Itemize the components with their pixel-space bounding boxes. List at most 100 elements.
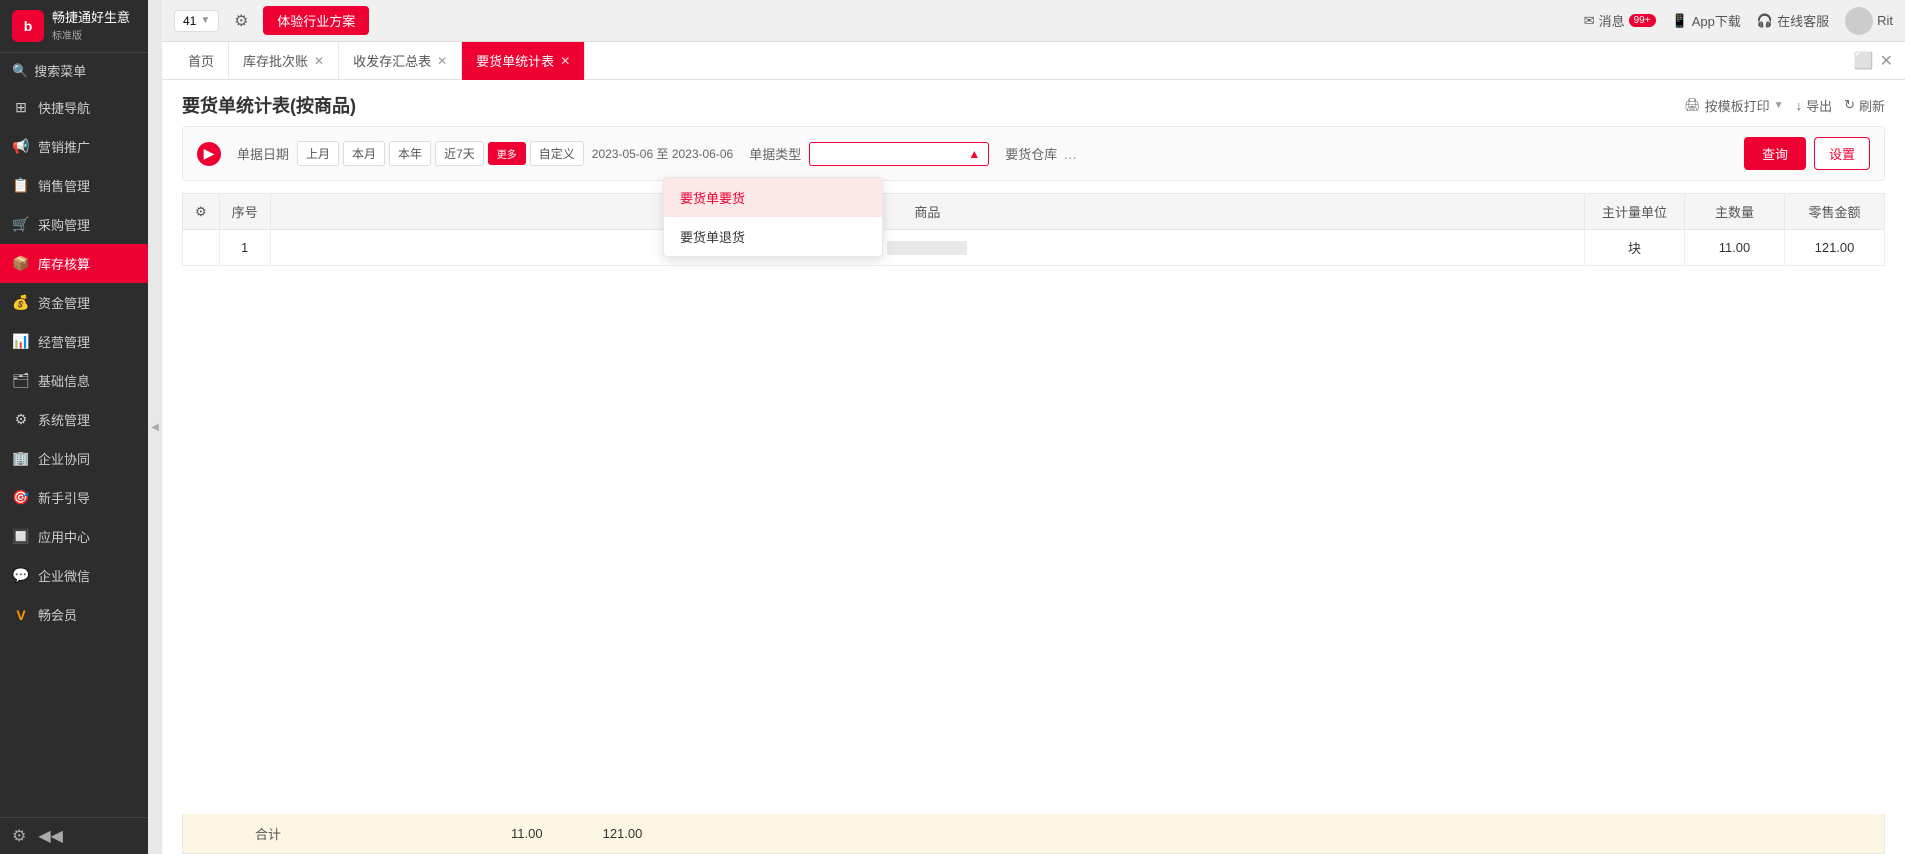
sidebar-label-enterprise: 企业协同 bbox=[38, 449, 90, 468]
app-version: 标准版 bbox=[52, 27, 130, 42]
sidebar-item-guide[interactable]: 🎯 新手引导 bbox=[0, 478, 148, 517]
tab-home[interactable]: 首页 bbox=[174, 42, 229, 80]
sidebar-label-system: 系统管理 bbox=[38, 410, 90, 429]
store-selector[interactable]: 41 ▼ bbox=[174, 10, 219, 32]
cell-product bbox=[270, 230, 1584, 266]
tab-shipment-label: 收发存汇总表 bbox=[353, 51, 431, 70]
settings-icon[interactable]: ⚙ bbox=[12, 826, 26, 846]
logo-text-block: 畅捷通好生意 标准版 bbox=[52, 10, 130, 42]
headset-icon: 🎧 bbox=[1757, 13, 1773, 29]
col-header-unit: 主计量单位 bbox=[1585, 194, 1685, 230]
sidebar-item-operations[interactable]: 📊 经营管理 bbox=[0, 322, 148, 361]
sidebar-collapse-strip[interactable]: ◀ bbox=[148, 0, 162, 854]
sidebar-label-apps: 应用中心 bbox=[38, 527, 90, 546]
sidebar-label-purchase: 采购管理 bbox=[38, 215, 90, 234]
date-btn-7days[interactable]: 近7天 bbox=[435, 141, 484, 166]
refresh-button[interactable]: ↻ 刷新 bbox=[1844, 96, 1885, 115]
sidebar-item-basic[interactable]: 🗂 基础信息 bbox=[0, 361, 148, 400]
tab-inventory-batch[interactable]: 库存批次账 ✕ bbox=[229, 42, 339, 80]
page-title: 要货单统计表(按商品) bbox=[182, 92, 356, 118]
date-btn-custom[interactable]: 自定义 bbox=[530, 141, 584, 166]
sidebar-icon-member: V bbox=[12, 606, 30, 624]
date-btn-this-month[interactable]: 本月 bbox=[343, 141, 385, 166]
type-filter-label: 单据类型 bbox=[749, 144, 801, 163]
tab-order-stat-close[interactable]: ✕ bbox=[560, 55, 570, 67]
sidebar-icon-wechat: 💬 bbox=[12, 567, 30, 585]
sidebar-item-inventory[interactable]: 📦 库存核算 bbox=[0, 244, 148, 283]
query-button[interactable]: 查询 bbox=[1744, 137, 1806, 170]
dropdown-item-return[interactable]: 要货单退货 bbox=[664, 217, 882, 256]
type-select[interactable]: ▲ bbox=[809, 142, 989, 166]
industry-button[interactable]: 体验行业方案 bbox=[263, 6, 369, 35]
app-name: 畅捷通好生意 bbox=[52, 10, 130, 27]
tab-shipment-close[interactable]: ✕ bbox=[437, 55, 447, 67]
date-btn-this-year[interactable]: 本年 bbox=[389, 141, 431, 166]
sidebar-label-member: 畅会员 bbox=[38, 605, 77, 624]
export-button[interactable]: ↓ 导出 bbox=[1796, 96, 1833, 115]
warehouse-more-dots[interactable]: … bbox=[1063, 146, 1077, 162]
collapse-icon[interactable]: ◀◀ bbox=[38, 826, 63, 846]
sidebar-item-purchase[interactable]: 🛒 采购管理 bbox=[0, 205, 148, 244]
topbar-gear-button[interactable]: ⚙ bbox=[227, 7, 255, 35]
sidebar-icon-sales: 📋 bbox=[12, 177, 30, 195]
sidebar-icon-quick-nav: ⊞ bbox=[12, 99, 30, 117]
sidebar-item-system[interactable]: ⚙ 系统管理 bbox=[0, 400, 148, 439]
topbar-left: 41 ▼ ⚙ 体验行业方案 bbox=[174, 6, 369, 35]
message-action[interactable]: ✉ 消息 99+ bbox=[1584, 11, 1656, 30]
sidebar-item-finance[interactable]: 💰 资金管理 bbox=[0, 283, 148, 322]
sidebar: b 畅捷通好生意 标准版 🔍 搜索菜单 ⊞ 快捷导航 📢 营销推广 📋 销售管理… bbox=[0, 0, 148, 854]
page-header: 要货单统计表(按商品) 🖨 按模板打印 ▼ ↓ 导出 ↻ 刷新 bbox=[162, 80, 1905, 126]
sidebar-logo: b 畅捷通好生意 标准版 bbox=[0, 0, 148, 53]
column-settings-icon[interactable]: ⚙ bbox=[195, 204, 207, 219]
cell-amount: 121.00 bbox=[1785, 230, 1885, 266]
sidebar-label-operations: 经营管理 bbox=[38, 332, 90, 351]
sidebar-item-enterprise[interactable]: 🏢 企业协同 bbox=[0, 439, 148, 478]
dropdown-item-order[interactable]: 要货单要货 bbox=[664, 178, 882, 217]
tab-shipment[interactable]: 收发存汇总表 ✕ bbox=[339, 42, 462, 80]
sidebar-label-marketing: 营销推广 bbox=[38, 137, 90, 156]
sidebar-search[interactable]: 🔍 搜索菜单 bbox=[0, 53, 148, 88]
print-icon: 🖨 bbox=[1684, 97, 1701, 113]
table-container: ⚙ 序号 商品 主计量单位 主数量 零售金额 1 bbox=[182, 193, 1885, 814]
col-header-no: 序号 bbox=[219, 194, 270, 230]
app-download-action[interactable]: 📱 App下载 bbox=[1672, 11, 1741, 30]
col-header-product: 商品 bbox=[270, 194, 1584, 230]
tab-inventory-batch-close[interactable]: ✕ bbox=[314, 55, 324, 67]
sidebar-icon-basic: 🗂 bbox=[12, 372, 30, 390]
sidebar-item-marketing[interactable]: 📢 营销推广 bbox=[0, 127, 148, 166]
online-service-action[interactable]: 🎧 在线客服 bbox=[1757, 11, 1829, 30]
col-header-settings[interactable]: ⚙ bbox=[183, 194, 220, 230]
sidebar-item-sales[interactable]: 📋 销售管理 bbox=[0, 166, 148, 205]
sidebar-icon-system: ⚙ bbox=[12, 411, 30, 429]
date-range-display: 2023-05-06 至 2023-06-06 bbox=[592, 145, 733, 162]
tab-restore-icon[interactable]: ⬜ bbox=[1854, 51, 1874, 71]
sidebar-icon-apps: 🔲 bbox=[12, 528, 30, 546]
cell-settings bbox=[183, 230, 220, 266]
user-profile[interactable]: Rit bbox=[1845, 7, 1893, 35]
settings-button[interactable]: 设置 bbox=[1814, 137, 1870, 170]
data-table: ⚙ 序号 商品 主计量单位 主数量 零售金额 1 bbox=[182, 193, 1885, 266]
print-template-button[interactable]: 🖨 按模板打印 ▼ bbox=[1684, 96, 1783, 115]
table-row: 1 块 11.00 121.00 bbox=[183, 230, 1885, 266]
logo-icon: b bbox=[12, 10, 44, 42]
date-btn-last-month[interactable]: 上月 bbox=[297, 141, 339, 166]
sidebar-item-apps[interactable]: 🔲 应用中心 bbox=[0, 517, 148, 556]
tabbar: 首页 库存批次账 ✕ 收发存汇总表 ✕ 要货单统计表 ✕ ⬜ ✕ bbox=[162, 42, 1905, 80]
sidebar-item-quick-nav[interactable]: ⊞ 快捷导航 bbox=[0, 88, 148, 127]
sidebar-label-inventory: 库存核算 bbox=[38, 254, 90, 273]
col-header-qty: 主数量 bbox=[1685, 194, 1785, 230]
date-btn-more[interactable]: 更多 bbox=[488, 142, 526, 165]
date-buttons: 上月 本月 本年 近7天 更多 自定义 bbox=[297, 141, 584, 166]
sidebar-icon-finance: 💰 bbox=[12, 294, 30, 312]
header-actions: 🖨 按模板打印 ▼ ↓ 导出 ↻ 刷新 bbox=[1684, 96, 1885, 115]
tab-inventory-batch-label: 库存批次账 bbox=[243, 51, 308, 70]
tab-order-stat[interactable]: 要货单统计表 ✕ bbox=[462, 42, 585, 80]
sidebar-item-member[interactable]: V 畅会员 bbox=[0, 595, 148, 634]
main-area: 41 ▼ ⚙ 体验行业方案 ✉ 消息 99+ 📱 App下载 🎧 在线客服 R bbox=[162, 0, 1905, 854]
topbar-right: ✉ 消息 99+ 📱 App下载 🎧 在线客服 Rit bbox=[1584, 7, 1893, 35]
export-icon: ↓ bbox=[1796, 98, 1803, 113]
tab-close-all-icon[interactable]: ✕ bbox=[1880, 51, 1893, 71]
sidebar-icon-marketing: 📢 bbox=[12, 138, 30, 156]
filter-expand-button[interactable]: ▶ bbox=[197, 142, 221, 166]
sidebar-item-wechat[interactable]: 💬 企业微信 bbox=[0, 556, 148, 595]
